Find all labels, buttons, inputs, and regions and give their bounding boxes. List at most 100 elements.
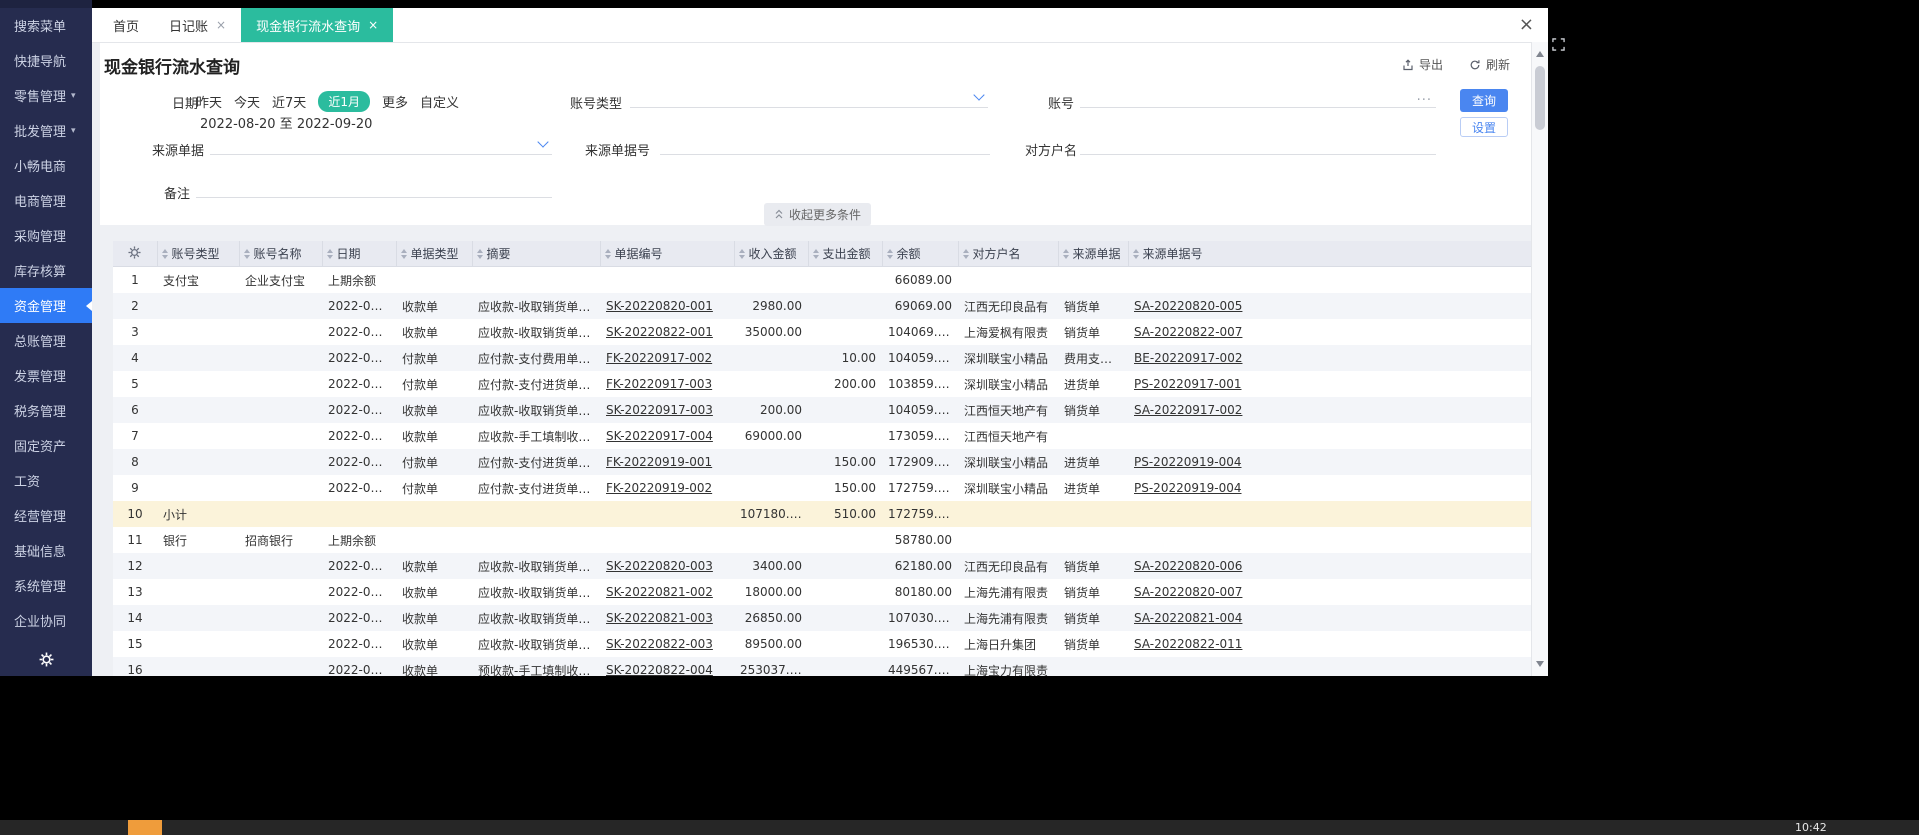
close-icon[interactable]: × (1519, 16, 1534, 34)
table-row[interactable]: 42022-09-17付款单应付款-支付费用单BE-20.FK-20220917… (113, 345, 1532, 371)
table-row[interactable]: 10 小计 107180.00 510.00 172759.00 (113, 501, 1532, 527)
sort-icon[interactable] (1062, 248, 1069, 259)
sort-icon[interactable] (1132, 248, 1139, 259)
table-column-settings[interactable] (113, 241, 158, 267)
sidebar-item[interactable]: 系统管理 (0, 568, 92, 603)
doc-link[interactable]: SK-20220821-003 (606, 611, 713, 625)
doc-link[interactable]: SK-20220822-004 (606, 663, 713, 676)
doc-link[interactable]: SA-20220821-004 (1134, 611, 1242, 625)
doc-link[interactable]: SA-20220822-007 (1134, 325, 1242, 339)
sort-icon[interactable] (738, 248, 745, 259)
table-row[interactable]: 32022-08-22收款单应收款-收取销货单SA-20SK-20220822-… (113, 319, 1532, 345)
column-header[interactable]: 单据类型 (396, 241, 473, 267)
account-input[interactable]: ... (1080, 87, 1436, 108)
table-row[interactable]: 92022-09-19付款单应付款-支付进货单PS-20.FK-20220919… (113, 475, 1532, 501)
date-quick-option[interactable]: 今天 (234, 92, 260, 111)
sidebar-item[interactable]: 税务管理 (0, 393, 92, 428)
doc-link[interactable]: SK-20220917-004 (606, 429, 713, 443)
column-header[interactable]: 账号名称 (239, 241, 323, 267)
sidebar-item[interactable]: 总账管理 (0, 323, 92, 358)
column-header[interactable]: 收入金额 (734, 241, 809, 267)
column-header[interactable]: 账号类型 (157, 241, 240, 267)
remark-input[interactable] (196, 177, 552, 198)
doc-link[interactable]: PS-20220919-004 (1134, 455, 1242, 469)
sidebar-item[interactable]: 资金管理 (0, 288, 92, 323)
date-quick-option[interactable]: 近7天 (272, 92, 306, 111)
sidebar-item[interactable]: 固定资产 (0, 428, 92, 463)
table-row[interactable]: 52022-09-17付款单应付款-支付进货单PS-20.FK-20220917… (113, 371, 1532, 397)
column-header[interactable]: 来源单据号 (1128, 241, 1532, 267)
sort-icon[interactable] (243, 248, 250, 259)
sidebar-item[interactable]: 工资 (0, 463, 92, 498)
more-icon[interactable]: ... (1417, 89, 1432, 104)
table-row[interactable]: 142022-08-21收款单应收款-收取销货单SA-20SK-20220821… (113, 605, 1532, 631)
source-doc-select[interactable] (210, 134, 552, 155)
sidebar-item[interactable]: 库存核算 (0, 253, 92, 288)
sort-icon[interactable] (400, 248, 407, 259)
doc-link[interactable]: SA-20220820-006 (1134, 559, 1242, 573)
sort-icon[interactable] (886, 248, 893, 259)
column-header[interactable]: 支出金额 (808, 241, 883, 267)
column-header[interactable]: 摘要 (472, 241, 601, 267)
table-row[interactable]: 11 银行 招商银行 上期余额 58780.00 (113, 527, 1532, 553)
doc-link[interactable]: SK-20220820-003 (606, 559, 713, 573)
sidebar-item[interactable]: 零售管理 ▾ (0, 78, 92, 113)
table-row[interactable]: 62022-09-17收款单应收款-收取销货单SA-20SK-20220917-… (113, 397, 1532, 423)
sidebar-item[interactable]: 基础信息 (0, 533, 92, 568)
date-quick-option[interactable]: 昨天 (196, 92, 222, 111)
tab[interactable]: 首页 (98, 8, 154, 42)
date-quick-option[interactable]: 自定义 (420, 92, 459, 111)
fullscreen-icon[interactable] (1552, 38, 1565, 51)
sidebar-item[interactable]: 快捷导航 (0, 43, 92, 78)
tab-close-icon[interactable]: × (368, 18, 378, 32)
table-row[interactable]: 162022-08-22收款单预收款-手工填制收款单SHSK-20220822-… (113, 657, 1532, 676)
doc-link[interactable]: SK-20220822-003 (606, 637, 713, 651)
doc-link[interactable]: SK-20220820-001 (606, 299, 713, 313)
sidebar-item[interactable]: 小畅电商 (0, 148, 92, 183)
taskbar-active-app[interactable] (128, 820, 162, 835)
column-header[interactable]: 对方户名 (958, 241, 1059, 267)
doc-link[interactable]: FK-20220919-002 (606, 481, 712, 495)
table-row[interactable]: 22022-08-20收款单应收款-收取销货单SA-20SK-20220820-… (113, 293, 1532, 319)
doc-link[interactable]: SK-20220917-003 (606, 403, 713, 417)
export-button[interactable]: 导出 (1402, 56, 1443, 73)
account-type-select[interactable] (630, 87, 988, 108)
sort-icon[interactable] (812, 248, 819, 259)
doc-link[interactable]: SK-20220822-001 (606, 325, 713, 339)
settings-gear-icon[interactable] (0, 652, 92, 671)
sidebar-item[interactable]: 经营管理 (0, 498, 92, 533)
sort-icon[interactable] (161, 248, 168, 259)
table-row[interactable]: 152022-08-22收款单应收款-收取销货单SA-20SK-20220822… (113, 631, 1532, 657)
counterparty-input[interactable] (1080, 134, 1436, 155)
sort-icon[interactable] (326, 248, 333, 259)
table-row[interactable]: 122022-08-20收款单应收款-收取销货单SA-20SK-20220820… (113, 553, 1532, 579)
doc-link[interactable]: PS-20220919-004 (1134, 481, 1242, 495)
tab-close-icon[interactable]: × (216, 18, 226, 32)
sort-icon[interactable] (476, 248, 483, 259)
vertical-scrollbar[interactable] (1531, 42, 1548, 676)
settings-button[interactable]: 设置 (1460, 117, 1508, 137)
column-header[interactable]: 单据编号 (600, 241, 735, 267)
sidebar-item[interactable]: 采购管理 (0, 218, 92, 253)
doc-link[interactable]: SA-20220822-011 (1134, 637, 1242, 651)
doc-link[interactable]: FK-20220919-001 (606, 455, 712, 469)
column-header[interactable]: 来源单据 (1058, 241, 1129, 267)
table-row[interactable]: 72022-09-17收款单应收款-手工填制收款单SHSK-20220917-0… (113, 423, 1532, 449)
query-button[interactable]: 查询 (1460, 89, 1508, 112)
date-range-value[interactable]: 2022-08-20 至 2022-09-20 (200, 113, 372, 132)
doc-link[interactable]: SA-20220820-007 (1134, 585, 1242, 599)
table-row[interactable]: 132022-08-21收款单应收款-收取销货单SA-20SK-20220821… (113, 579, 1532, 605)
table-row[interactable]: 82022-09-19付款单应付款-支付进货单PS-20.FK-20220919… (113, 449, 1532, 475)
column-header[interactable]: 日期 (322, 241, 397, 267)
doc-link[interactable]: FK-20220917-003 (606, 377, 712, 391)
doc-link[interactable]: SA-20220820-005 (1134, 299, 1242, 313)
tab[interactable]: 现金银行流水查询 × (241, 8, 394, 42)
sidebar-item[interactable]: 企业协同 (0, 603, 92, 638)
table-row[interactable]: 1 支付宝 企业支付宝 上期余额 66089.00 (113, 267, 1532, 294)
tab[interactable]: 日记账 × (154, 8, 241, 42)
doc-link[interactable]: SK-20220821-002 (606, 585, 713, 599)
sort-icon[interactable] (962, 248, 969, 259)
refresh-button[interactable]: 刷新 (1469, 56, 1510, 73)
doc-link[interactable]: FK-20220917-002 (606, 351, 712, 365)
doc-link[interactable]: PS-20220917-001 (1134, 377, 1242, 391)
